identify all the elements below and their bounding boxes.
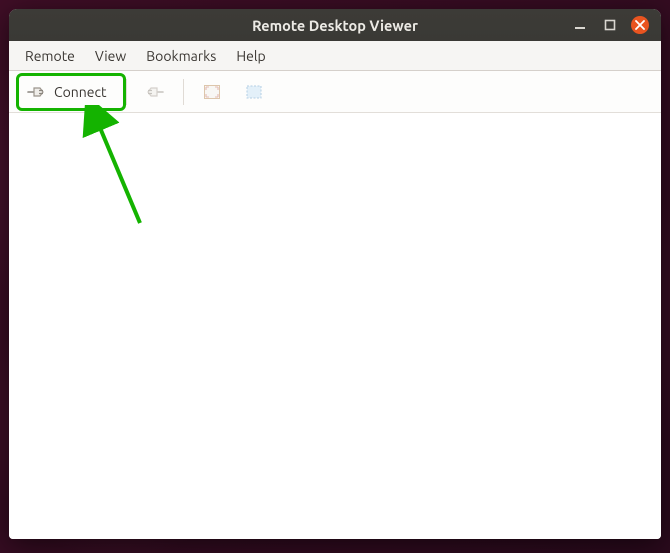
- window-title: Remote Desktop Viewer: [9, 17, 661, 34]
- menubar: Remote View Bookmarks Help: [9, 41, 661, 71]
- toolbar-separator: [183, 79, 184, 105]
- titlebar[interactable]: Remote Desktop Viewer: [9, 9, 661, 41]
- connect-button[interactable]: Connect: [17, 76, 116, 108]
- select-region-icon: [244, 83, 264, 101]
- application-window: Remote Desktop Viewer: [9, 9, 661, 539]
- viewer-content-area: [9, 113, 661, 539]
- minimize-button[interactable]: [571, 16, 589, 34]
- disconnect-button[interactable]: [137, 76, 173, 108]
- window-controls: [571, 16, 655, 34]
- connect-button-label: Connect: [54, 84, 107, 100]
- screenshot-button[interactable]: [236, 76, 272, 108]
- close-button[interactable]: [631, 16, 649, 34]
- fullscreen-button[interactable]: [194, 76, 230, 108]
- menu-bookmarks[interactable]: Bookmarks: [136, 44, 226, 68]
- fullscreen-icon: [202, 83, 222, 101]
- menu-remote[interactable]: Remote: [15, 44, 85, 68]
- toolbar-separator: [126, 79, 127, 105]
- toolbar: Connect: [9, 71, 661, 113]
- maximize-icon: [604, 19, 616, 31]
- maximize-button[interactable]: [601, 16, 619, 34]
- menu-help[interactable]: Help: [226, 44, 275, 68]
- menu-view[interactable]: View: [85, 44, 136, 68]
- close-icon: [635, 20, 645, 30]
- connect-plug-icon: [26, 83, 46, 101]
- minimize-icon: [574, 19, 586, 31]
- disconnect-plug-icon: [145, 83, 165, 101]
